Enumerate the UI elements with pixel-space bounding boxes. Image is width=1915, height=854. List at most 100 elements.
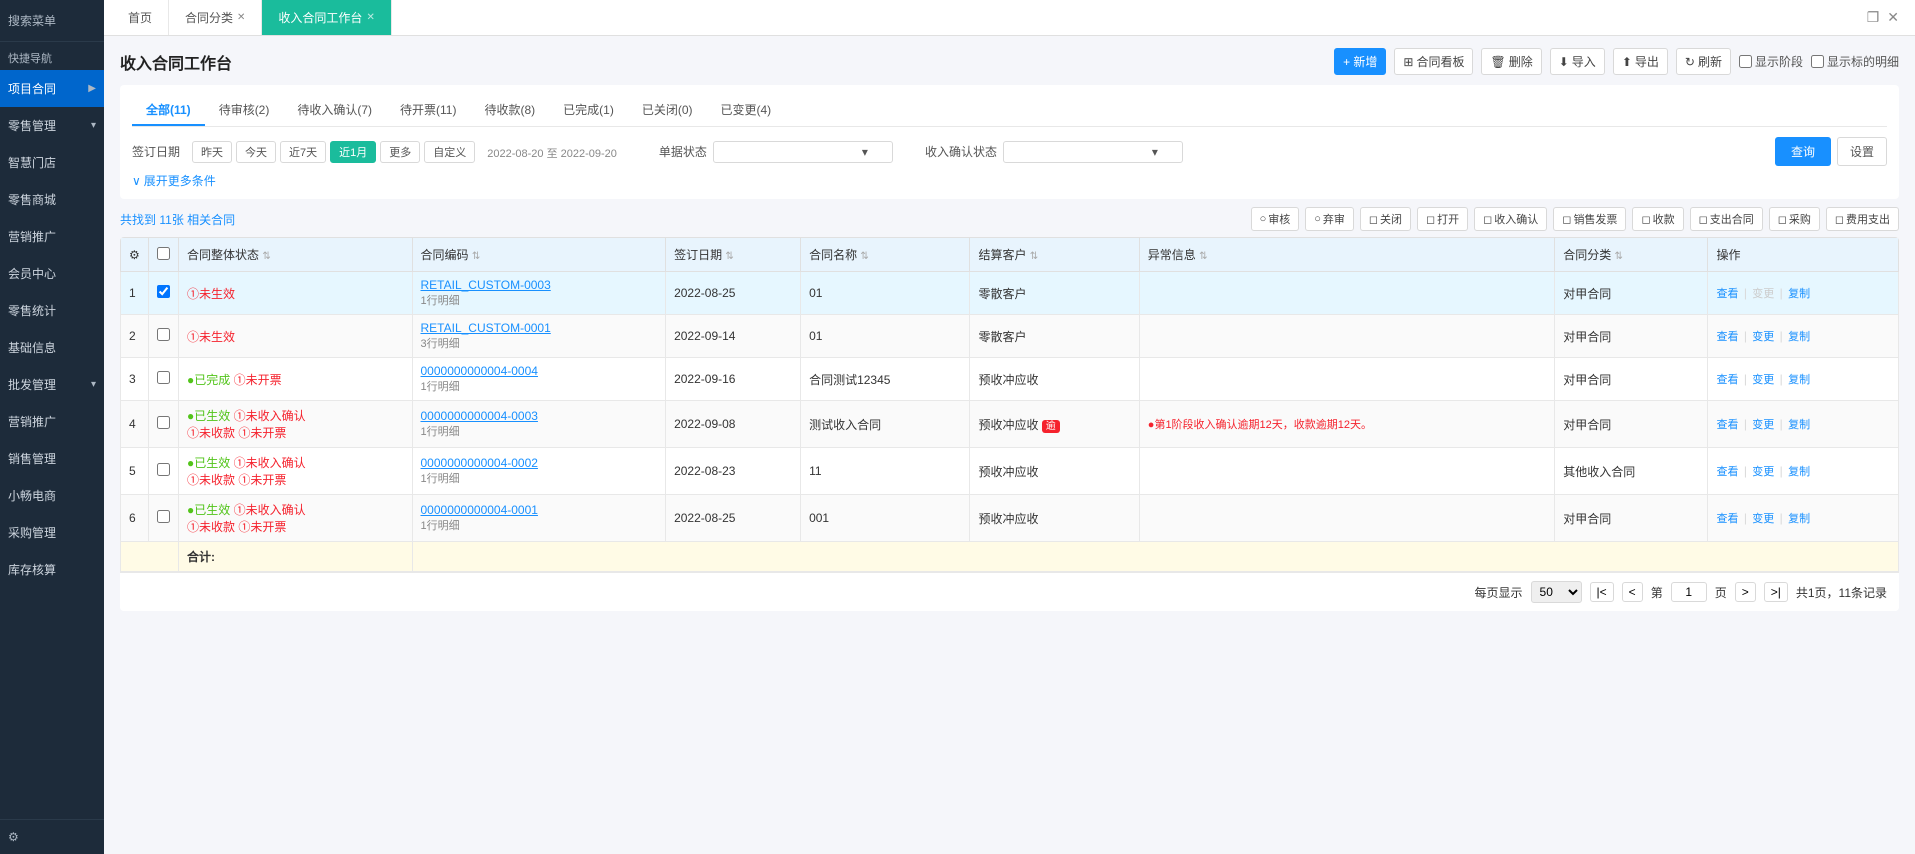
show-fields-checkbox[interactable]: 显示阶段	[1739, 53, 1803, 70]
col-settings[interactable]: ⚙	[121, 238, 149, 272]
contract-code-link[interactable]: RETAIL_CUSTOM-0003	[421, 278, 551, 292]
last1m-btn[interactable]: 近1月	[330, 141, 376, 163]
last-page-btn[interactable]: >|	[1764, 582, 1788, 602]
sidebar-item-retail-mall[interactable]: 零售商城	[0, 181, 104, 218]
audit-btn[interactable]: ○ 审核	[1251, 207, 1300, 231]
col-sign-date[interactable]: 签订日期 ⇅	[666, 238, 801, 272]
sidebar-item-basic-info[interactable]: 基础信息	[0, 329, 104, 366]
last7-btn[interactable]: 近7天	[280, 141, 326, 163]
change-btn-3[interactable]: 变更	[1752, 374, 1774, 386]
contract-code-link-3[interactable]: 0000000000004-0004	[421, 364, 538, 378]
view-btn-4[interactable]: 查看	[1716, 419, 1738, 431]
abandon-audit-btn[interactable]: ○ 弃审	[1305, 207, 1354, 231]
tab-home[interactable]: 首页	[112, 0, 169, 35]
expense-contract-btn[interactable]: ◻ 支出合同	[1690, 207, 1763, 231]
col-checkbox[interactable]	[149, 238, 179, 272]
more-btn[interactable]: 更多	[380, 141, 420, 163]
query-button[interactable]: 查询	[1775, 137, 1831, 166]
sidebar-search[interactable]: 搜索菜单	[0, 0, 104, 42]
col-name[interactable]: 合同名称 ⇅	[801, 238, 970, 272]
sidebar-item-purchase[interactable]: 采购管理	[0, 514, 104, 551]
expand-conditions-btn[interactable]: ∨ 展开更多条件	[132, 172, 1887, 189]
change-btn-5[interactable]: 变更	[1752, 466, 1774, 478]
sidebar-item-inventory[interactable]: 库存核算	[0, 551, 104, 588]
doc-status-select[interactable]: ▾	[713, 141, 893, 163]
view-btn-2[interactable]: 查看	[1716, 331, 1738, 343]
sidebar-item-retail-stat[interactable]: 零售统计	[0, 292, 104, 329]
sidebar-item-retail-mgmt[interactable]: 零售管理 ▾	[0, 107, 104, 144]
copy-btn-1[interactable]: 复制	[1788, 288, 1810, 300]
filter-tab-all[interactable]: 全部(11)	[132, 95, 205, 126]
yesterday-btn[interactable]: 昨天	[192, 141, 232, 163]
payment-btn[interactable]: ◻ 收款	[1632, 207, 1683, 231]
tab-contract-type[interactable]: 合同分类 ✕	[169, 0, 262, 35]
filter-tab-pending-confirm[interactable]: 待收入确认(7)	[283, 95, 386, 126]
sidebar-item-project[interactable]: 项目合同 ▶	[0, 70, 104, 107]
sidebar-item-sales-mgmt[interactable]: 销售管理	[0, 440, 104, 477]
export-button[interactable]: ⬆ 导出	[1613, 48, 1668, 75]
filter-tab-changed[interactable]: 已变更(4)	[707, 95, 786, 126]
open-btn[interactable]: ◻ 打开	[1417, 207, 1468, 231]
purchase-btn[interactable]: ◻ 采购	[1769, 207, 1820, 231]
contract-code-link-6[interactable]: 0000000000004-0001	[421, 503, 538, 517]
copy-btn-3[interactable]: 复制	[1788, 374, 1810, 386]
sidebar-item-marketing2[interactable]: 营销推广	[0, 403, 104, 440]
col-customer[interactable]: 结算客户 ⇅	[970, 238, 1139, 272]
close-icon[interactable]: ✕	[1887, 9, 1899, 26]
date-filter-buttons: 昨天 今天 近7天 近1月 更多 自定义	[192, 141, 475, 163]
change-btn-1[interactable]: 变更	[1752, 288, 1774, 300]
next-page-btn[interactable]: >	[1735, 582, 1756, 602]
settings-button[interactable]: ⚙	[0, 819, 104, 854]
sidebar-item-smart-store[interactable]: 智慧门店	[0, 144, 104, 181]
close-tab-income-contract[interactable]: ✕	[366, 12, 374, 23]
view-btn-5[interactable]: 查看	[1716, 466, 1738, 478]
change-btn-2[interactable]: 变更	[1752, 331, 1774, 343]
expense-btn[interactable]: ◻ 费用支出	[1826, 207, 1899, 231]
copy-btn-5[interactable]: 复制	[1788, 466, 1810, 478]
per-page-select[interactable]: 50 20 100	[1531, 581, 1582, 603]
filter-tab-pending-payment[interactable]: 待收款(8)	[470, 95, 549, 126]
contract-code-link-4[interactable]: 0000000000004-0003	[421, 409, 538, 423]
tab-income-contract[interactable]: 收入合同工作台 ✕	[262, 0, 391, 35]
col-category[interactable]: 合同分类 ⇅	[1555, 238, 1708, 272]
sidebar-item-member[interactable]: 会员中心	[0, 255, 104, 292]
sidebar-item-marketing[interactable]: 营销推广	[0, 218, 104, 255]
view-btn-1[interactable]: 查看	[1716, 288, 1738, 300]
col-status[interactable]: 合同整体状态 ⇅	[179, 238, 413, 272]
col-code[interactable]: 合同编码 ⇅	[412, 238, 666, 272]
today-btn[interactable]: 今天	[236, 141, 276, 163]
filter-tab-closed[interactable]: 已关闭(0)	[628, 95, 707, 126]
copy-btn-4[interactable]: 复制	[1788, 419, 1810, 431]
change-btn-4[interactable]: 变更	[1752, 419, 1774, 431]
income-confirm-select[interactable]: ▾	[1003, 141, 1183, 163]
import-button[interactable]: ⬇ 导入	[1550, 48, 1605, 75]
close-tab-contract-type[interactable]: ✕	[237, 12, 245, 23]
refresh-button[interactable]: ↻ 刷新	[1676, 48, 1731, 75]
contract-board-button[interactable]: ⊞ 合同看板	[1394, 48, 1473, 75]
close-btn[interactable]: ◻ 关闭	[1360, 207, 1411, 231]
page-input[interactable]	[1671, 582, 1707, 602]
sales-invoice-btn[interactable]: ◻ 销售发票	[1553, 207, 1626, 231]
copy-btn-2[interactable]: 复制	[1788, 331, 1810, 343]
contract-code-link-5[interactable]: 0000000000004-0002	[421, 456, 538, 470]
filter-tab-completed[interactable]: 已完成(1)	[549, 95, 628, 126]
view-btn-6[interactable]: 查看	[1716, 513, 1738, 525]
delete-button[interactable]: 🗑 删除	[1481, 48, 1541, 75]
income-confirm-btn[interactable]: ◻ 收入确认	[1474, 207, 1547, 231]
first-page-btn[interactable]: |<	[1590, 582, 1614, 602]
filter-tab-pending-invoice[interactable]: 待开票(11)	[386, 95, 470, 126]
col-exception[interactable]: 异常信息 ⇅	[1139, 238, 1554, 272]
sidebar-item-xiaochang[interactable]: 小畅电商	[0, 477, 104, 514]
change-btn-6[interactable]: 变更	[1752, 513, 1774, 525]
new-button[interactable]: + 新增	[1334, 48, 1386, 75]
contract-code-link-2[interactable]: RETAIL_CUSTOM-0001	[421, 321, 551, 335]
sidebar-item-batch-mgmt[interactable]: 批发管理 ▾	[0, 366, 104, 403]
show-mark-checkbox[interactable]: 显示标的明细	[1811, 53, 1899, 70]
restore-icon[interactable]: ❐	[1867, 9, 1880, 26]
custom-btn[interactable]: 自定义	[424, 141, 475, 163]
set-button[interactable]: 设置	[1837, 137, 1887, 166]
copy-btn-6[interactable]: 复制	[1788, 513, 1810, 525]
filter-tab-pending-review[interactable]: 待审核(2)	[205, 95, 284, 126]
prev-page-btn[interactable]: <	[1622, 582, 1643, 602]
view-btn-3[interactable]: 查看	[1716, 374, 1738, 386]
